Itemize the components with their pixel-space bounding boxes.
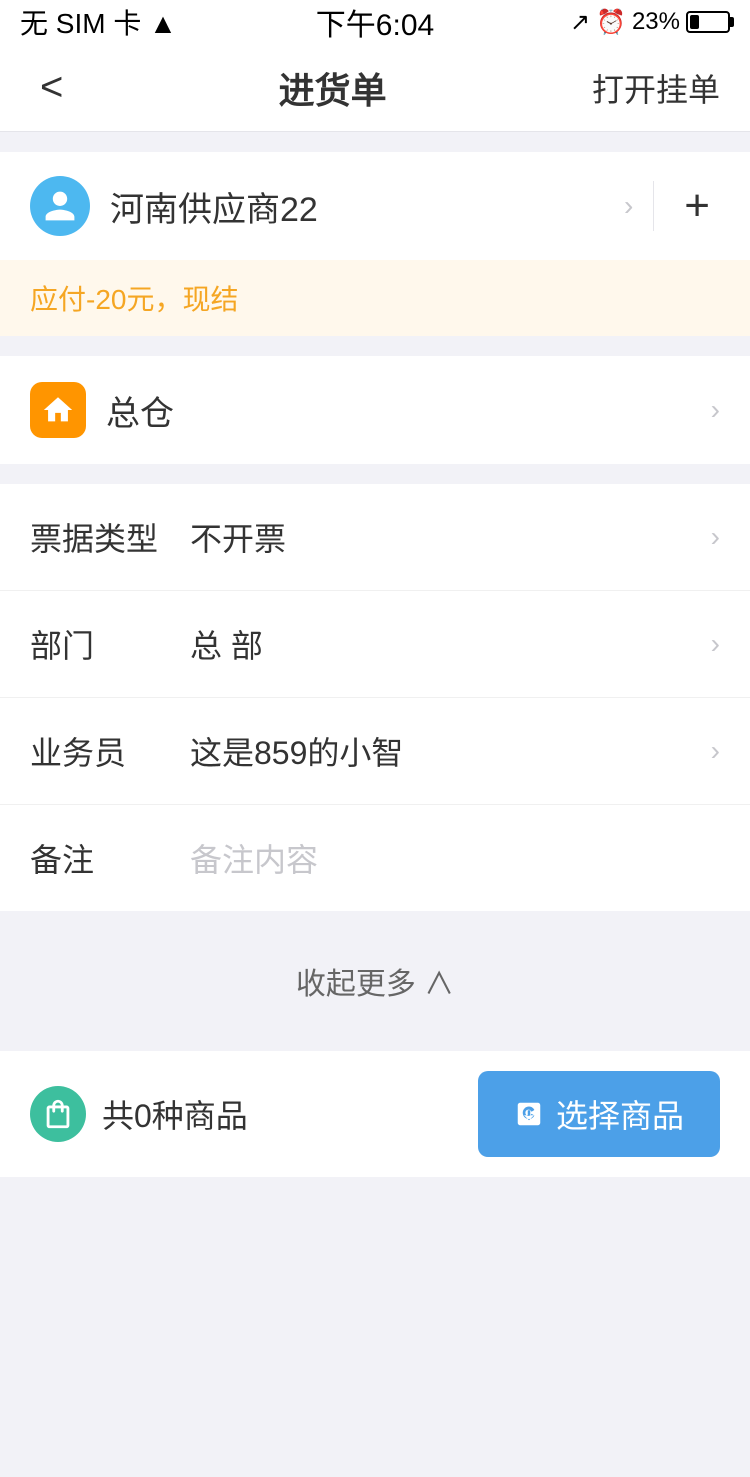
warehouse-name: 总仓: [106, 386, 711, 435]
warehouse-chevron-icon: ›: [711, 394, 720, 426]
salesperson-value: 这是859的小智: [190, 728, 711, 774]
location-icon: ↗: [570, 8, 590, 37]
select-goods-label: 选择商品: [556, 1091, 684, 1137]
salesperson-label: 业务员: [30, 728, 170, 774]
person-icon: [42, 188, 78, 224]
warehouse-icon: [30, 382, 86, 438]
supplier-avatar: [30, 176, 90, 236]
supplier-divider: [653, 181, 654, 231]
top-gap: [0, 132, 750, 152]
battery-icon: [686, 11, 730, 33]
remark-label: 备注: [30, 835, 170, 881]
supplier-section: 河南供应商22 › + 应付-20元，现结: [0, 152, 750, 336]
footer-bar: 共0种商品 选择商品: [0, 1051, 750, 1177]
warehouse-row[interactable]: 总仓 ›: [0, 356, 750, 464]
notice-banner: 应付-20元，现结: [0, 260, 750, 336]
supplier-chevron-icon: ›: [624, 190, 633, 222]
ticket-type-value: 不开票: [190, 514, 711, 560]
home-icon: [41, 393, 75, 427]
form-section: 票据类型 不开票 › 部门 总 部 › 业务员 这是859的小智 › 备注 备注…: [0, 484, 750, 911]
back-button[interactable]: <: [30, 55, 73, 120]
page-background: [0, 1177, 750, 1477]
goods-icon: [30, 1086, 86, 1142]
ticket-type-row[interactable]: 票据类型 不开票 ›: [0, 484, 750, 591]
department-value: 总 部: [190, 621, 711, 667]
alarm-icon: ⏰: [596, 8, 626, 37]
add-supplier-button[interactable]: +: [674, 181, 720, 231]
notice-text: 应付-20元，现结: [30, 284, 238, 315]
remark-input[interactable]: 备注内容: [190, 835, 720, 881]
collapse-button[interactable]: 收起更多 ∧: [0, 931, 750, 1031]
department-chevron-icon: ›: [711, 628, 720, 660]
open-pending-button[interactable]: 打开挂单: [592, 65, 720, 111]
goods-count: 共0种商品: [102, 1091, 248, 1137]
goods-summary: 共0种商品: [30, 1086, 248, 1142]
status-bar: 无 SIM 卡 ▲ 下午6:04 ↗ ⏰ 23%: [0, 0, 750, 44]
supplier-name: 河南供应商22: [110, 182, 624, 231]
ticket-type-label: 票据类型: [30, 514, 170, 560]
department-row[interactable]: 部门 总 部 ›: [0, 591, 750, 698]
department-label: 部门: [30, 621, 170, 667]
salesperson-row[interactable]: 业务员 这是859的小智 ›: [0, 698, 750, 805]
time-display: 下午6:04: [316, 0, 434, 44]
select-goods-icon: [514, 1099, 544, 1129]
salesperson-chevron-icon: ›: [711, 735, 720, 767]
shopping-bag-icon: [41, 1097, 75, 1131]
select-goods-button[interactable]: 选择商品: [478, 1071, 720, 1157]
ticket-type-chevron-icon: ›: [711, 521, 720, 553]
status-right: ↗ ⏰ 23%: [570, 8, 730, 37]
page-title: 进货单: [279, 62, 387, 114]
nav-bar: < 进货单 打开挂单: [0, 44, 750, 132]
supplier-row[interactable]: 河南供应商22 › +: [0, 152, 750, 260]
collapse-label: 收起更多 ∧: [296, 968, 454, 1001]
battery-percent: 23%: [632, 8, 680, 36]
remark-row[interactable]: 备注 备注内容: [0, 805, 750, 911]
carrier-wifi: 无 SIM 卡 ▲: [20, 2, 177, 42]
